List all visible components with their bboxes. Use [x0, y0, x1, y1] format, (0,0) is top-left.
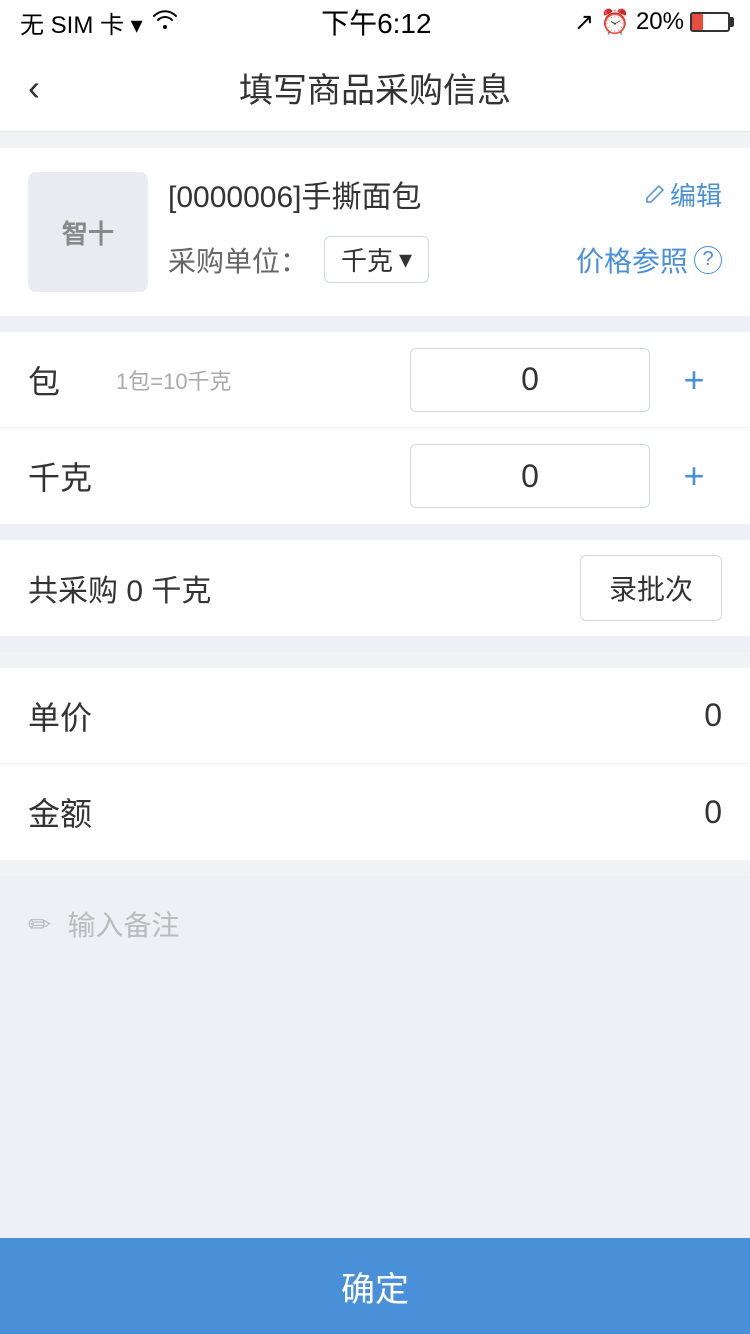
confirm-button-label: 确定: [341, 1262, 409, 1311]
price-value-amount: 0: [704, 794, 722, 831]
battery-icon: [690, 12, 730, 32]
unit-prefix: 采购单位：: [168, 240, 308, 280]
wifi-icon: [151, 8, 179, 36]
quantity-row-kg: 千克 +: [0, 428, 750, 524]
plus-btn-bao[interactable]: +: [666, 352, 722, 408]
pencil-icon: ✏: [28, 908, 51, 941]
price-label-amount: 金额: [28, 789, 92, 835]
row-label-bao: 包: [28, 357, 108, 403]
quantity-section: 包 1包=10千克 + 千克 +: [0, 332, 750, 524]
note-placeholder: 输入备注: [67, 904, 179, 944]
price-row-amount: 金额 0: [0, 764, 750, 860]
nav-bar: ‹ 填写商品采购信息: [0, 44, 750, 132]
location-icon: ↗: [574, 8, 594, 37]
product-card: 智十 [0000006]手撕面包 编辑 采购单位： 千克 ▾ 价格参照 ?: [0, 148, 750, 316]
section-divider-2: [0, 524, 750, 540]
row-input-wrapper-kg: +: [108, 444, 722, 508]
product-name: [0000006]手撕面包: [168, 172, 421, 216]
sim-label: 无 SIM 卡 ▾: [20, 5, 143, 40]
row-label-kg: 千克: [28, 453, 108, 499]
product-unit-row: 采购单位： 千克 ▾ 价格参照 ?: [168, 236, 722, 283]
total-row: 共采购 0 千克 录批次: [0, 540, 750, 636]
status-bar: 无 SIM 卡 ▾ 下午6:12 ↗ ⏰ 20%: [0, 0, 750, 44]
quantity-input-bao[interactable]: [410, 348, 650, 412]
record-batch-button[interactable]: 录批次: [580, 555, 722, 621]
battery-percent: 20%: [636, 8, 684, 36]
total-label: 共采购 0 千克: [28, 566, 211, 610]
product-image: 智十: [28, 172, 148, 292]
note-section[interactable]: ✏ 输入备注: [0, 876, 750, 972]
section-divider-1: [0, 316, 750, 332]
unit-select[interactable]: 千克 ▾: [324, 236, 429, 283]
alarm-icon: ⏰: [600, 8, 630, 37]
unit-dropdown-icon: ▾: [399, 244, 412, 275]
status-time: 下午6:12: [321, 2, 432, 42]
section-divider-3: [0, 636, 750, 652]
price-ref-help-icon: ?: [694, 246, 722, 274]
plus-btn-kg[interactable]: +: [666, 448, 722, 504]
price-ref-label: 价格参照: [576, 240, 688, 280]
status-right: ↗ ⏰ 20%: [574, 8, 730, 37]
status-left: 无 SIM 卡 ▾: [20, 5, 179, 40]
product-info: [0000006]手撕面包 编辑 采购单位： 千克 ▾ 价格参照 ?: [168, 172, 722, 283]
row-sublabel-bao: 1包=10千克: [116, 364, 232, 396]
confirm-button[interactable]: 确定: [0, 1238, 750, 1334]
product-image-text: 智十: [62, 214, 114, 251]
row-input-wrapper-bao: +: [232, 348, 722, 412]
page-title: 填写商品采购信息: [239, 63, 511, 112]
price-label-unit: 单价: [28, 693, 92, 739]
price-ref-button[interactable]: 价格参照 ?: [576, 240, 722, 280]
quantity-input-kg[interactable]: [410, 444, 650, 508]
product-name-row: [0000006]手撕面包 编辑: [168, 172, 722, 216]
price-row-unit: 单价 0: [0, 668, 750, 764]
back-button[interactable]: ‹: [28, 67, 40, 109]
price-value-unit: 0: [704, 697, 722, 734]
price-section: 单价 0 金额 0: [0, 668, 750, 860]
quantity-row-bao: 包 1包=10千克 +: [0, 332, 750, 428]
unit-value: 千克: [341, 241, 393, 278]
edit-button[interactable]: 编辑: [644, 176, 722, 213]
